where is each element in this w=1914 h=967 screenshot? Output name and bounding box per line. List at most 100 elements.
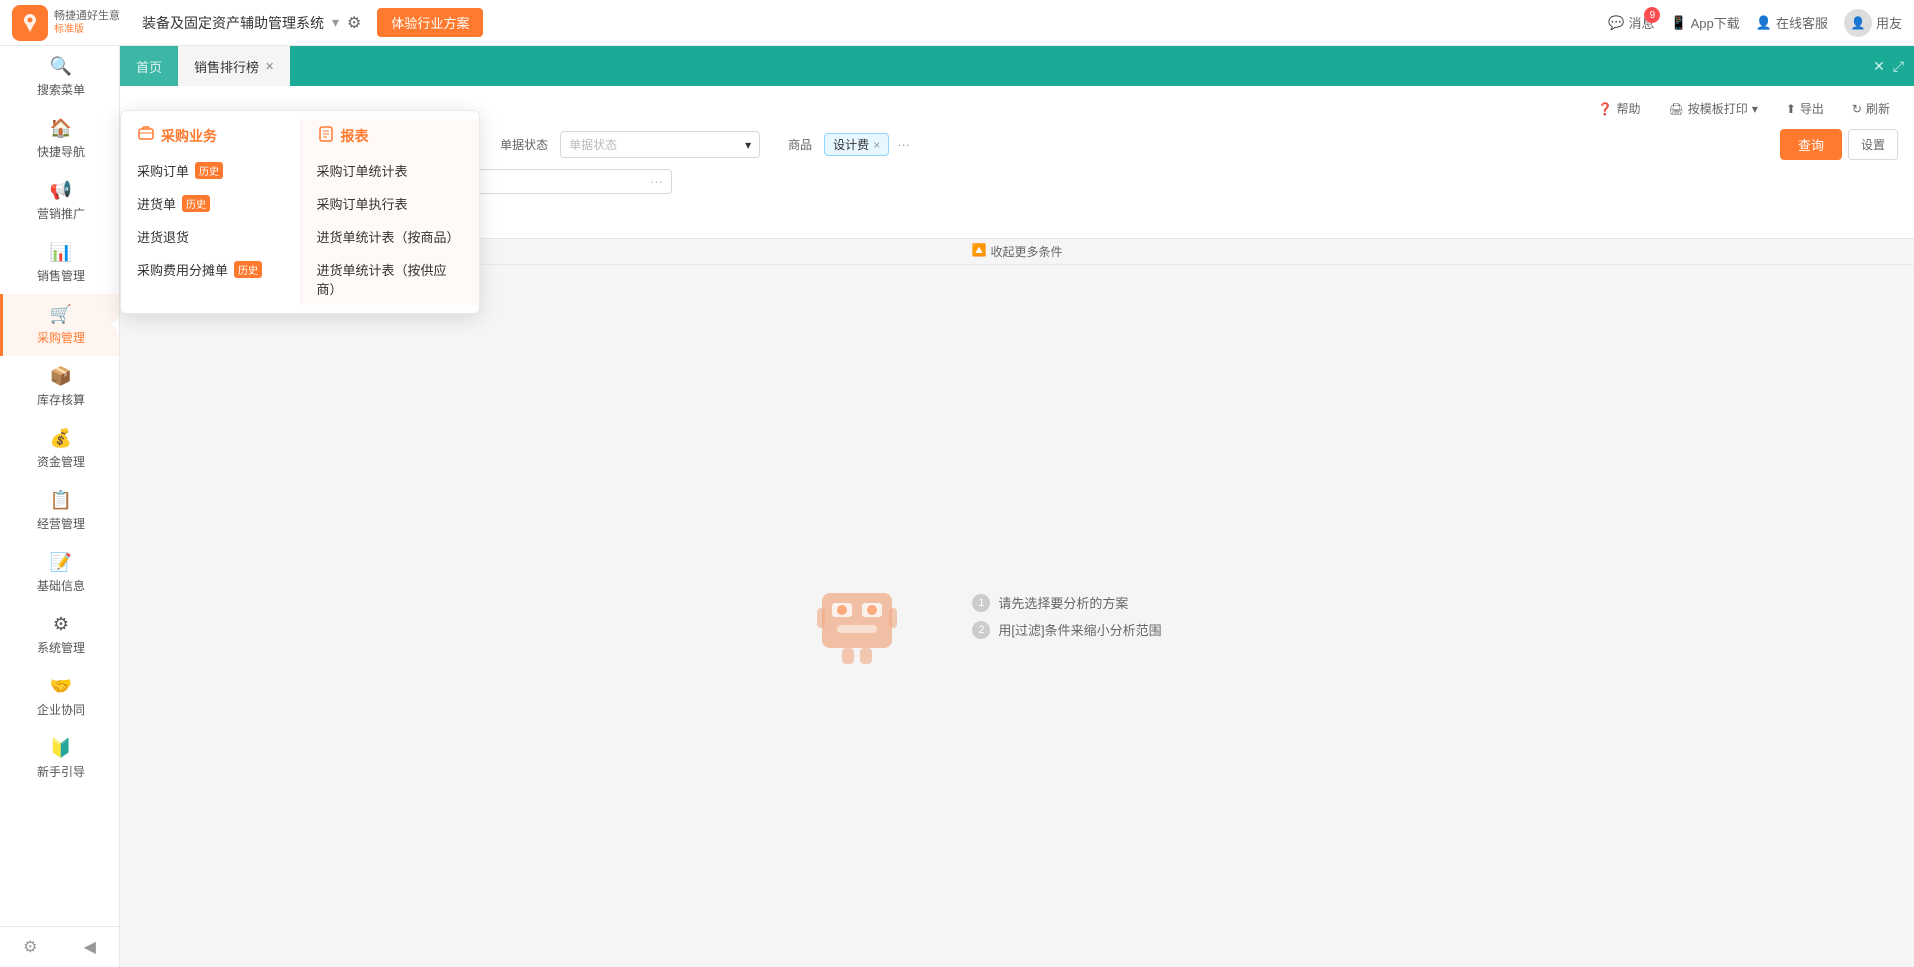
sidebar-bottom: ⚙ ◀ [0,926,119,967]
notification-item[interactable]: 💬 消息 9 [1608,13,1654,32]
sidebar-item-purchase-label: 采购管理 [37,329,85,346]
purchase-order-hist-badge: 历史 [195,162,223,179]
sidebar-item-operations[interactable]: 📋 经营管理 [0,480,119,542]
business-icon [137,125,155,146]
logo-text: 畅捷通好生意 标准版 [54,9,120,36]
doc-status-select[interactable]: 单据状态 ▾ [560,131,760,158]
doc-status-label: 单据状态 [500,136,548,153]
goods-tag-label: 设计费 [833,136,869,153]
purchase-business-title: 采购业务 [129,119,292,154]
sidebar-item-search[interactable]: 🔍 搜索菜单 [0,46,119,108]
sidebar-item-marketing[interactable]: 📢 营销推广 [0,170,119,232]
receipt-stats-goods-item[interactable]: 进货单统计表（按商品） [309,220,472,253]
purchase-order-label: 采购订单 [137,161,189,180]
message-icon: 💬 [1608,15,1624,31]
sidebar-item-quick-nav[interactable]: 🏠 快捷导航 [0,108,119,170]
collapse-label: 收起更多条件 [990,243,1062,260]
empty-state: 1 请先选择要分析的方案 2 用[过滤]条件来缩小分析范围 [972,593,1161,639]
report-icon [317,125,335,146]
purchase-expense-hist-badge: 历史 [234,261,262,278]
help-btn[interactable]: ❓ 帮助 [1590,96,1649,121]
sidebar-item-basicinfo-label: 基础信息 [37,577,85,594]
user-item[interactable]: 👤 用友 [1844,9,1902,37]
sidebar-item-quicknav-label: 快捷导航 [37,143,85,160]
sidebar-item-search-label: 搜索菜单 [37,81,85,98]
header-right: 💬 消息 9 📱 App下载 👤 在线客服 👤 用友 [1608,9,1902,37]
doc-status-value: 单据状态 [569,136,617,153]
sidebar-item-inventory[interactable]: 📦 库存核算 [0,356,119,418]
user-avatar: 👤 [1844,9,1872,37]
online-service-label: 在线客服 [1776,13,1828,32]
print-icon: 🖨 [1669,102,1684,116]
settings-btn[interactable]: 设置 [1848,129,1898,160]
inventory-icon: 📦 [50,366,72,387]
query-btn[interactable]: 查询 [1780,129,1842,160]
marketing-icon: 📢 [50,180,72,201]
purchase-receipt-label: 进货单 [137,194,176,213]
salesperson-input[interactable]: ··· [472,169,672,194]
sidebar-settings-icon[interactable]: ⚙ [23,937,37,957]
goods-more-icon[interactable]: ··· [897,137,910,152]
hint-num-1: 1 [972,594,990,612]
print-btn[interactable]: 🖨 按模板打印 ▾ [1661,96,1766,121]
logo-icon [12,5,48,41]
app-download-label: App下载 [1691,13,1740,32]
export-btn[interactable]: ⬆ 导出 [1778,96,1832,121]
refresh-btn[interactable]: ↻ 刷新 [1844,96,1898,121]
goods-filter-area: 设计费 × ··· [824,133,910,156]
finance-icon: 💰 [50,428,72,449]
purchase-expense-item[interactable]: 采购费用分摊单 历史 [129,253,292,286]
export-label: 导出 [1800,100,1824,117]
sidebar-item-guide[interactable]: 🔰 新手引导 [0,728,119,790]
purchase-return-item[interactable]: 进货退货 [129,220,292,253]
sidebar-item-purchase[interactable]: 🛒 采购管理 [0,294,119,356]
app-download-item[interactable]: 📱 App下载 [1670,13,1739,32]
sidebar-item-system[interactable]: ⚙ 系统管理 [0,604,119,666]
tab-close-all-icon[interactable]: ✕ [1873,58,1885,75]
sidebar-item-guide-label: 新手引导 [37,763,85,780]
help-icon: ❓ [1598,102,1613,116]
avatar-icon: 👤 [1851,16,1866,30]
hint-num-2: 2 [972,621,990,639]
print-arrow-icon: ▾ [1752,102,1758,116]
salesperson-more-icon: ··· [650,174,663,189]
purchase-dropdown-menu: 采购业务 采购订单 历史 进货单 历史 进货退货 采购费用分摊单 历史 [120,110,480,314]
tab-right-icons: ✕ ⤢ [1873,58,1914,75]
user-label: 用友 [1876,13,1902,32]
goods-tag-close-icon[interactable]: × [873,138,880,152]
logo-line1: 畅捷通好生意 [54,9,120,23]
empty-wrapper: 1 请先选择要分析的方案 2 用[过滤]条件来缩小分析范围 [872,593,1161,639]
refresh-label: 刷新 [1866,100,1890,117]
purchase-expense-label: 采购费用分摊单 [137,260,228,279]
purchase-report-col: 报表 采购订单统计表 采购订单执行表 进货单统计表（按商品） 进货单统计表（按供… [300,119,480,305]
guide-icon: 🔰 [50,738,72,759]
goods-tag: 设计费 × [824,133,889,156]
logo-line2: 标准版 [54,23,120,36]
purchase-order-exec-item[interactable]: 采购订单执行表 [309,187,472,220]
sidebar-item-finance[interactable]: 💰 资金管理 [0,418,119,480]
hint-text-1: 请先选择要分析的方案 [998,593,1128,612]
operations-icon: 📋 [50,490,72,511]
purchase-order-exec-label: 采购订单执行表 [317,194,408,213]
goods-label: 商品 [788,136,812,153]
sidebar-collapse-icon[interactable]: ◀ [84,937,96,957]
tab-expand-icon[interactable]: ⤢ [1893,58,1904,75]
sales-icon: 📊 [50,242,72,263]
print-label: 按模板打印 [1688,100,1748,117]
purchase-order-item[interactable]: 采购订单 历史 [129,154,292,187]
sidebar-item-basic-info[interactable]: 📝 基础信息 [0,542,119,604]
online-service-item[interactable]: 👤 在线客服 [1756,13,1828,32]
sidebar-item-sales[interactable]: 📊 销售管理 [0,232,119,294]
hint-text-2: 用[过滤]条件来缩小分析范围 [998,620,1161,639]
purchase-business-col: 采购业务 采购订单 历史 进货单 历史 进货退货 采购费用分摊单 历史 [121,119,300,305]
purchase-return-label: 进货退货 [137,227,189,246]
main-layout: 🔍 搜索菜单 🏠 快捷导航 📢 营销推广 📊 销售管理 🛒 采购管理 📦 库存核… [0,46,1914,967]
sidebar-item-enterprise[interactable]: 🤝 企业协同 [0,666,119,728]
purchase-receipt-item[interactable]: 进货单 历史 [129,187,292,220]
doc-status-arrow-icon: ▾ [745,138,751,152]
enterprise-icon: 🤝 [50,676,72,697]
receipt-stats-supplier-item[interactable]: 进货单统计表（按供应商） [309,253,472,305]
purchase-order-stats-item[interactable]: 采购订单统计表 [309,154,472,187]
empty-hint-2: 2 用[过滤]条件来缩小分析范围 [972,620,1161,639]
sidebar-item-marketing-label: 营销推广 [37,205,85,222]
